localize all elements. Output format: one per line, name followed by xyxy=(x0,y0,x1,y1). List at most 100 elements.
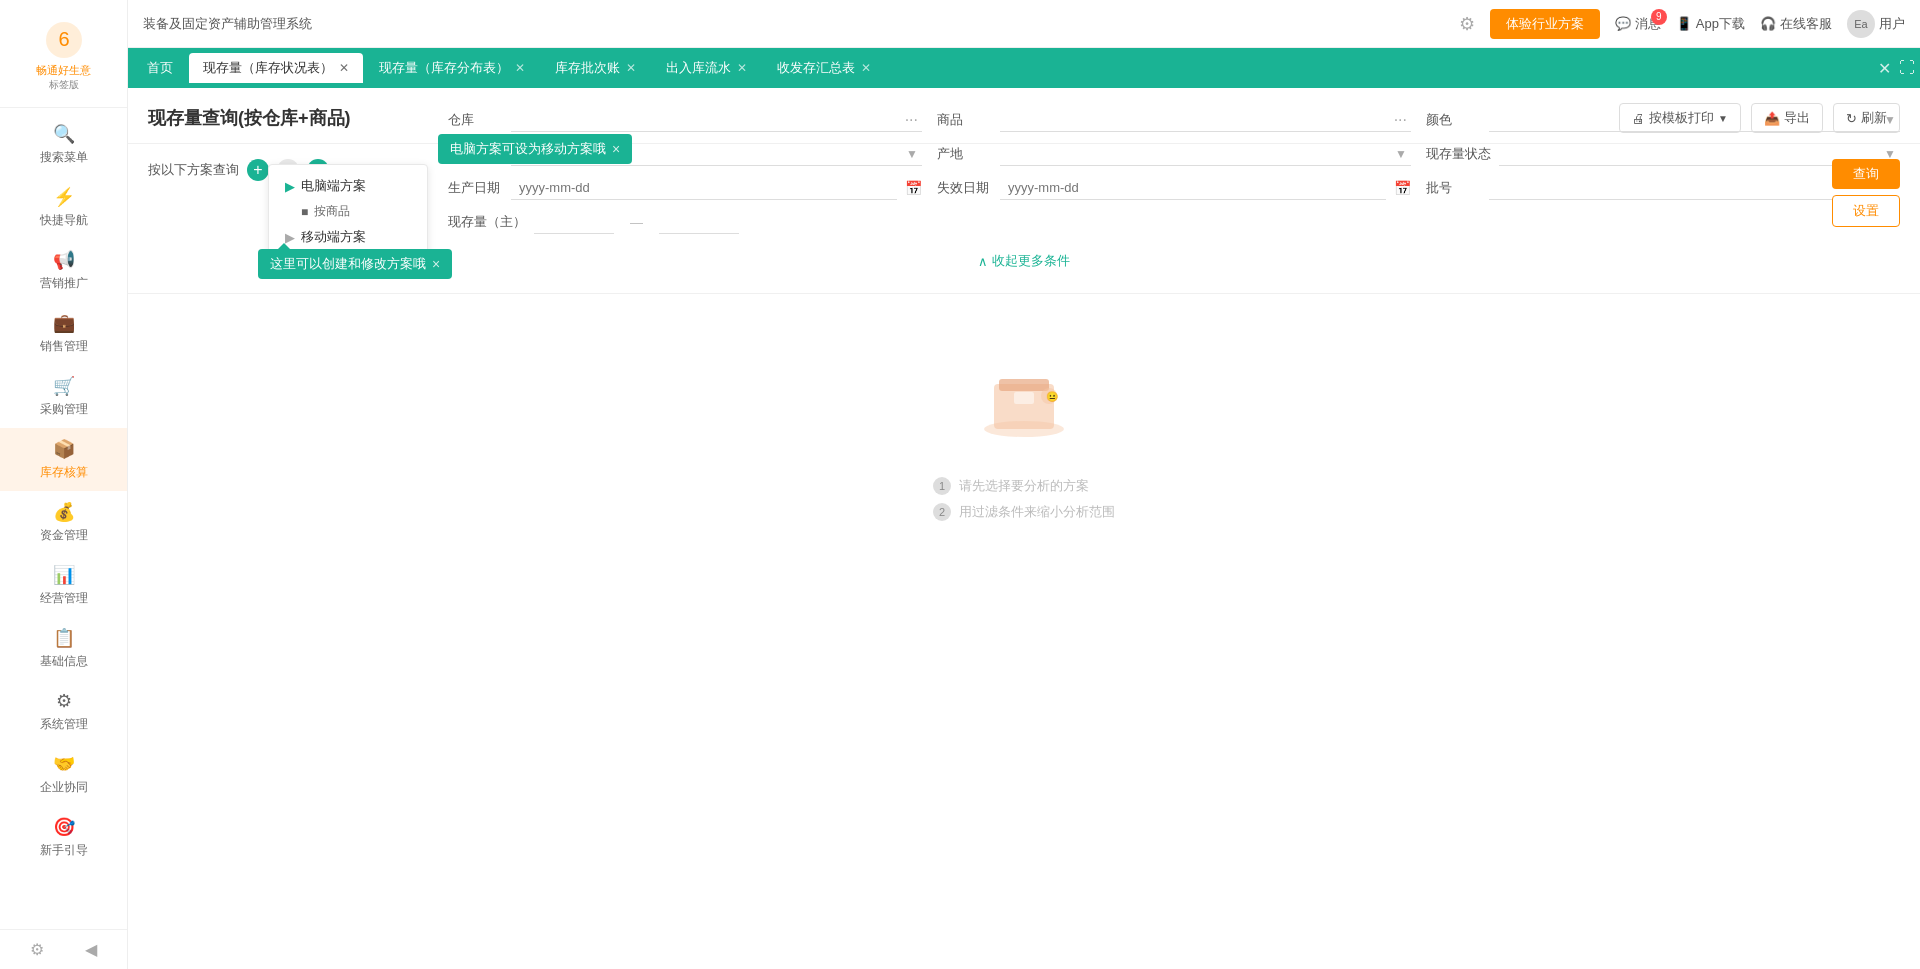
tab-inout[interactable]: 出入库流水 ✕ xyxy=(652,53,761,83)
operations-icon: 📊 xyxy=(53,564,75,586)
sidebar-item-marketing[interactable]: 📢 营销推广 xyxy=(0,239,127,302)
warehouse-more-icon: ··· xyxy=(901,111,922,129)
sidebar-settings-btn[interactable]: ⚙ xyxy=(30,940,44,959)
message-btn[interactable]: 💬 消息 9 xyxy=(1615,15,1661,33)
scenario-tree: ▶ 电脑端方案 ■ 按商品 ▶ 移动端方案 xyxy=(268,164,428,259)
sidebar-item-finance[interactable]: 💰 资金管理 xyxy=(0,491,127,554)
app-download-btn[interactable]: 📱 App下载 xyxy=(1676,15,1745,33)
sidebar-item-operations[interactable]: 📊 经营管理 xyxy=(0,554,127,617)
tip-num-1: 1 xyxy=(933,477,951,495)
sidebar-label-basicinfo: 基础信息 xyxy=(40,653,88,670)
app-download-label: App下载 xyxy=(1696,15,1745,33)
logo-text: 畅通好生意 xyxy=(36,63,91,78)
tab-batch-label: 库存批次账 xyxy=(555,59,620,77)
sidebar-item-system[interactable]: ⚙ 系统管理 xyxy=(0,680,127,743)
sidebar-label-operations: 经营管理 xyxy=(40,590,88,607)
tree-mobile[interactable]: ▶ 移动端方案 xyxy=(277,224,419,250)
tab-inout-close[interactable]: ✕ xyxy=(737,61,747,75)
tab-summary[interactable]: 收发存汇总表 ✕ xyxy=(763,53,885,83)
tree-desktop-arrow: ▶ xyxy=(285,179,295,194)
page-title: 现存量查询(按仓库+商品) xyxy=(148,106,351,130)
sidebar-item-sales[interactable]: 💼 销售管理 xyxy=(0,302,127,365)
topbar-settings-icon[interactable]: ⚙ xyxy=(1459,13,1475,35)
message-icon: 💬 xyxy=(1615,16,1631,31)
tab-inventory-dist-close[interactable]: ✕ xyxy=(515,61,525,75)
tab-inventory-dist-label: 现存量（库存分布表） xyxy=(379,59,509,77)
scenario-panel: ▶ 电脑端方案 ■ 按商品 ▶ 移动端方案 xyxy=(268,164,428,259)
online-service-btn[interactable]: 🎧 在线客服 xyxy=(1760,15,1832,33)
message-badge: 9 xyxy=(1651,9,1667,25)
filter-area: 按以下方案查询 + ↻ ← 电脑方案可设为移动方案哦 × xyxy=(128,144,1920,294)
cooperation-icon: 🤝 xyxy=(53,753,75,775)
warehouse-select-wrapper: ··· xyxy=(511,108,922,132)
stock-main-from[interactable] xyxy=(534,210,614,234)
sidebar-item-quick-nav[interactable]: ⚡ 快捷导航 xyxy=(0,176,127,239)
system-title: 装备及固定资产辅助管理系统 xyxy=(143,15,1444,33)
sidebar-label-finance: 资金管理 xyxy=(40,527,88,544)
sidebar-item-inventory[interactable]: 📦 库存核算 xyxy=(0,428,127,491)
filter-field-stock-main: 现存量（主） — xyxy=(448,210,762,234)
tree-desktop-item[interactable]: ■ 按商品 xyxy=(277,199,419,224)
tab-expand-btn[interactable]: ⛶ xyxy=(1899,59,1915,78)
tab-inventory-status[interactable]: 现存量（库存状况表） ✕ xyxy=(189,53,363,83)
tab-batch[interactable]: 库存批次账 ✕ xyxy=(541,53,650,83)
origin-dropdown-icon: ▼ xyxy=(1391,147,1411,161)
sidebar-item-basic-info[interactable]: 📋 基础信息 xyxy=(0,617,127,680)
sidebar-collapse-btn[interactable]: ◀ xyxy=(85,940,97,959)
batch-label: 批号 xyxy=(1426,179,1481,197)
sidebar-item-cooperation[interactable]: 🤝 企业协同 xyxy=(0,743,127,806)
prod-date-calendar-icon[interactable]: 📅 xyxy=(905,180,922,196)
tab-inout-label: 出入库流水 xyxy=(666,59,731,77)
color-input[interactable] xyxy=(1489,108,1880,131)
warehouse-input[interactable] xyxy=(511,108,901,131)
setting-button[interactable]: 设置 xyxy=(1832,195,1900,227)
origin-input[interactable] xyxy=(1000,142,1391,165)
industry-plan-btn[interactable]: 体验行业方案 xyxy=(1490,9,1600,39)
prod-date-from[interactable] xyxy=(511,176,897,200)
expiry-date-from[interactable] xyxy=(1000,176,1386,200)
color-select-wrapper: ▼ xyxy=(1489,108,1900,132)
search-button[interactable]: 查询 xyxy=(1832,159,1900,189)
basic-info-icon: 📋 xyxy=(53,627,75,649)
user-area[interactable]: Ea 用户 xyxy=(1847,10,1905,38)
filter-field-goods: 商品 ··· xyxy=(937,108,1411,132)
tooltip-desktop-arrow xyxy=(458,134,470,140)
tooltip-desktop-close[interactable]: × xyxy=(612,141,620,157)
tab-home[interactable]: 首页 xyxy=(133,53,187,83)
content-area: 现存量查询(按仓库+商品) 🖨 按模板打印 ▼ 📤 导出 ↻ 刷新 xyxy=(128,88,1920,969)
filter-add-btn[interactable]: + xyxy=(247,159,269,181)
tooltip-create-text: 这里可以创建和修改方案哦 xyxy=(270,255,426,273)
stock-main-to[interactable] xyxy=(659,210,739,234)
empty-tip-2: 2 用过滤条件来缩小分析范围 xyxy=(933,503,1115,521)
filter-field-color: 颜色 ▼ xyxy=(1426,108,1900,132)
stock-status-input[interactable] xyxy=(1499,142,1880,165)
tooltip-create-close[interactable]: × xyxy=(432,256,440,272)
tip-num-2: 2 xyxy=(933,503,951,521)
sidebar-item-search[interactable]: 🔍 搜索菜单 xyxy=(0,113,127,176)
goods-label: 商品 xyxy=(937,111,992,129)
filter-label: 按以下方案查询 xyxy=(148,161,239,179)
goods-input[interactable] xyxy=(1000,108,1390,131)
purchase-icon: 🛒 xyxy=(53,375,75,397)
expiry-date-calendar-icon[interactable]: 📅 xyxy=(1394,180,1411,196)
tab-inventory-dist[interactable]: 现存量（库存分布表） ✕ xyxy=(365,53,539,83)
tab-summary-close[interactable]: ✕ xyxy=(861,61,871,75)
tab-inventory-status-close[interactable]: ✕ xyxy=(339,61,349,75)
tree-desktop[interactable]: ▶ 电脑端方案 xyxy=(277,173,419,199)
main-area: 装备及固定资产辅助管理系统 ⚙ 体验行业方案 💬 消息 9 📱 App下载 🎧 … xyxy=(128,0,1920,969)
filter-row-3: 生产日期 📅 失效日期 📅 批号 xyxy=(448,176,1900,200)
tabbar-right-actions: ✕ ⛶ xyxy=(1878,59,1915,78)
tip-text-1: 请先选择要分析的方案 xyxy=(959,477,1089,495)
svg-rect-4 xyxy=(999,379,1049,391)
stock-main-label: 现存量（主） xyxy=(448,213,526,231)
tab-close-all-btn[interactable]: ✕ xyxy=(1878,59,1891,78)
empty-illustration: 😐 xyxy=(964,354,1084,457)
sidebar-label-search: 搜索菜单 xyxy=(40,149,88,166)
tree-desktop-label: 电脑端方案 xyxy=(301,177,366,195)
tab-batch-close[interactable]: ✕ xyxy=(626,61,636,75)
sidebar-item-purchase[interactable]: 🛒 采购管理 xyxy=(0,365,127,428)
sidebar: 6 畅通好生意 标签版 🔍 搜索菜单 ⚡ 快捷导航 📢 营销推广 💼 销售管理 xyxy=(0,0,128,969)
color-dropdown-icon: ▼ xyxy=(1880,113,1900,127)
sidebar-item-guide[interactable]: 🎯 新手引导 xyxy=(0,806,127,869)
user-label: 用户 xyxy=(1879,15,1905,33)
